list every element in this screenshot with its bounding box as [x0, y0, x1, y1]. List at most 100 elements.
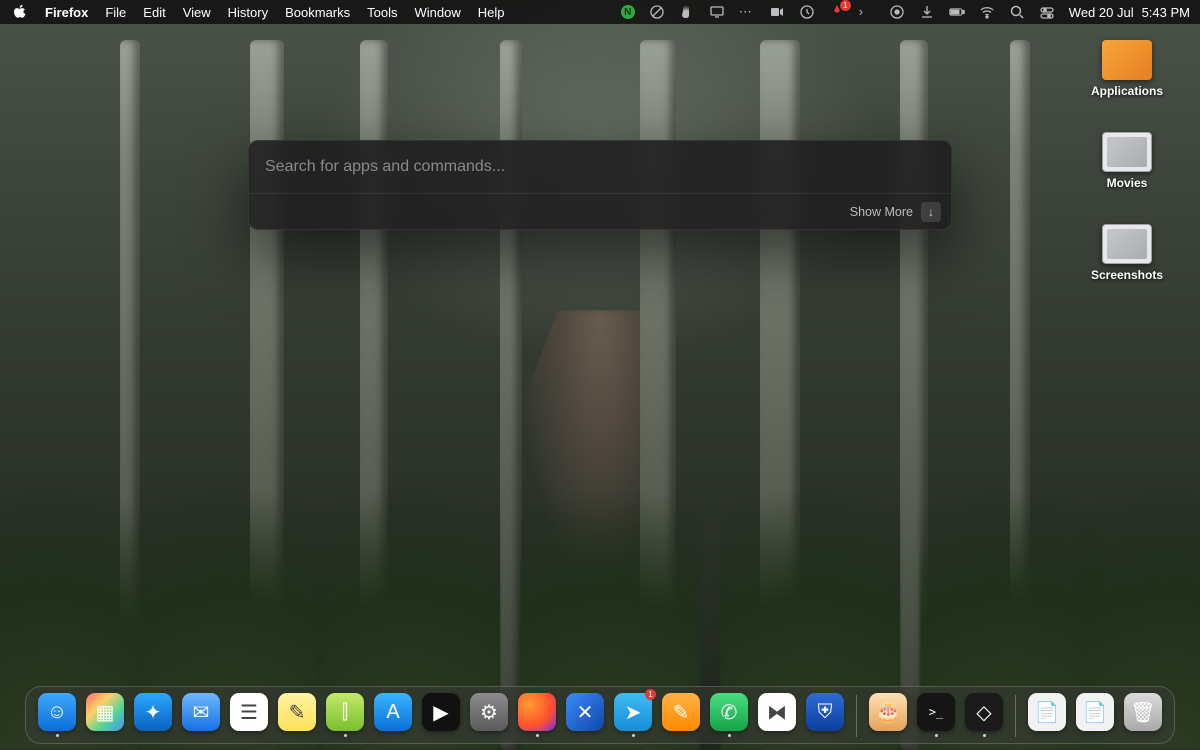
finder-icon: ☺ [38, 693, 76, 731]
notes-icon: ✎ [278, 693, 316, 731]
search-icon[interactable] [1009, 4, 1025, 20]
nord-status-icon[interactable]: N [621, 5, 635, 19]
dock-app-python[interactable]: ⧓ [758, 693, 796, 737]
dock-app-finder[interactable]: ☺ [38, 693, 76, 737]
dock-app-appstore[interactable]: A [374, 693, 412, 737]
hand-icon[interactable] [679, 4, 695, 20]
menu-view[interactable]: View [183, 5, 211, 20]
battery-icon[interactable] [949, 4, 965, 20]
menu-bookmarks[interactable]: Bookmarks [285, 5, 350, 20]
dock-separator [856, 695, 857, 737]
reminders-icon: ☰ [230, 693, 268, 731]
rocket-icon[interactable]: 1 [829, 4, 845, 20]
wifi-icon[interactable] [979, 4, 995, 20]
dock-app-telegram[interactable]: ➤1 [614, 693, 652, 737]
dock-app-safari[interactable]: ✦ [134, 693, 172, 737]
menu-help[interactable]: Help [478, 5, 505, 20]
pages-icon: ✎ [662, 693, 700, 731]
dock-app-cake[interactable]: 🎂 [869, 693, 907, 737]
doc1-icon: 📄 [1028, 693, 1066, 731]
dock-app-reminders[interactable]: ☰ [230, 693, 268, 737]
dock-app-terminal[interactable]: >_ [917, 693, 955, 737]
desktop-icon-screenshots[interactable]: Screenshots [1072, 224, 1182, 282]
folder-icon [1102, 224, 1152, 264]
raycast-launcher: Show More ↓ [248, 140, 952, 230]
running-indicator-icon [983, 734, 986, 737]
archive-icon: ⫿ [326, 693, 364, 731]
control-center-icon[interactable] [1039, 4, 1055, 20]
active-app-name[interactable]: Firefox [45, 5, 88, 20]
running-indicator-icon [56, 734, 59, 737]
running-indicator-icon [536, 734, 539, 737]
desktop-icon-label: Applications [1091, 84, 1163, 98]
dock-app-mail[interactable]: ✉ [182, 693, 220, 737]
desktop-icon-label: Movies [1107, 176, 1148, 190]
down-arrow-key-icon[interactable]: ↓ [921, 202, 941, 222]
record-icon[interactable] [889, 4, 905, 20]
dots-icon[interactable]: ⋯ [739, 4, 755, 20]
bitwarden-icon: ⛨ [806, 693, 844, 731]
dock-app-tools[interactable]: ✕ [566, 693, 604, 737]
display-icon[interactable] [709, 4, 725, 20]
launcher-search-row [249, 141, 951, 193]
menu-history[interactable]: History [228, 5, 268, 20]
settings-icon: ⚙ [470, 693, 508, 731]
running-indicator-icon [728, 734, 731, 737]
clock-date: Wed 20 Jul [1069, 5, 1134, 20]
appstore-icon: A [374, 693, 412, 731]
menu-window[interactable]: Window [415, 5, 461, 20]
cake-icon: 🎂 [869, 693, 907, 731]
dock-app-raycast[interactable]: ◇ [965, 693, 1003, 737]
doc2-icon: 📄 [1076, 693, 1114, 731]
desktop-icon-movies[interactable]: Movies [1072, 132, 1182, 190]
video-icon[interactable] [769, 4, 785, 20]
dock-app-trash[interactable]: 🗑 [1124, 693, 1162, 737]
running-indicator-icon [632, 734, 635, 737]
dock-app-bitwarden[interactable]: ⛨ [806, 693, 844, 737]
desktop-icon-applications[interactable]: Applications [1072, 40, 1182, 98]
dock-app-pages[interactable]: ✎ [662, 693, 700, 737]
chevron-right-icon[interactable]: › [859, 4, 875, 20]
desktop-icons: Applications Movies Screenshots [1072, 40, 1182, 282]
menubar: Firefox File Edit View History Bookmarks… [0, 0, 1200, 24]
running-indicator-icon [344, 734, 347, 737]
menu-tools[interactable]: Tools [367, 5, 397, 20]
clock-time: 5:43 PM [1142, 5, 1190, 20]
launcher-search-input[interactable] [265, 158, 935, 176]
dock-app-whatsapp[interactable]: ✆ [710, 693, 748, 737]
launcher-footer: Show More ↓ [249, 193, 951, 229]
dock-app-notes[interactable]: ✎ [278, 693, 316, 737]
terminal-icon: >_ [917, 693, 955, 731]
tools-icon: ✕ [566, 693, 604, 731]
dock-app-doc1[interactable]: 📄 [1028, 693, 1066, 737]
python-icon: ⧓ [758, 693, 796, 731]
dock-app-settings[interactable]: ⚙ [470, 693, 508, 737]
safari-icon: ✦ [134, 693, 172, 731]
dock-app-launchpad[interactable]: ▦ [86, 693, 124, 737]
trash-icon: 🗑 [1124, 693, 1162, 731]
do-not-disturb-icon[interactable] [649, 4, 665, 20]
dock: ☺ ▦ ✦ ✉ ☰ ✎ ⫿ A ▶ ⚙ ✕ ➤1 ✎ ✆ ⧓ ⛨ 🎂 >_ ◇ 📄 📄 🗑 [25, 686, 1175, 744]
dock-app-doc2[interactable]: 📄 [1076, 693, 1114, 737]
download-icon[interactable] [919, 4, 935, 20]
dock-app-archive[interactable]: ⫿ [326, 693, 364, 737]
whatsapp-icon: ✆ [710, 693, 748, 731]
running-indicator-icon [935, 734, 938, 737]
menu-edit[interactable]: Edit [143, 5, 165, 20]
folder-icon [1102, 40, 1152, 80]
mail-icon: ✉ [182, 693, 220, 731]
raycast-icon: ◇ [965, 693, 1003, 731]
dock-app-firefox[interactable] [518, 693, 556, 737]
menubar-clock[interactable]: Wed 20 Jul 5:43 PM [1069, 5, 1190, 20]
notification-badge: 1 [840, 0, 851, 11]
desktop-icon-label: Screenshots [1091, 268, 1163, 282]
tv-app-icon: ▶ [422, 693, 460, 731]
menu-file[interactable]: File [105, 5, 126, 20]
dock-app-tv-app[interactable]: ▶ [422, 693, 460, 737]
notification-badge: 1 [645, 689, 656, 700]
timemachine-icon[interactable] [799, 4, 815, 20]
apple-menu-icon[interactable] [12, 4, 28, 20]
launcher-show-more-label[interactable]: Show More [850, 205, 913, 219]
launchpad-icon: ▦ [86, 693, 124, 731]
dock-separator [1015, 695, 1016, 737]
